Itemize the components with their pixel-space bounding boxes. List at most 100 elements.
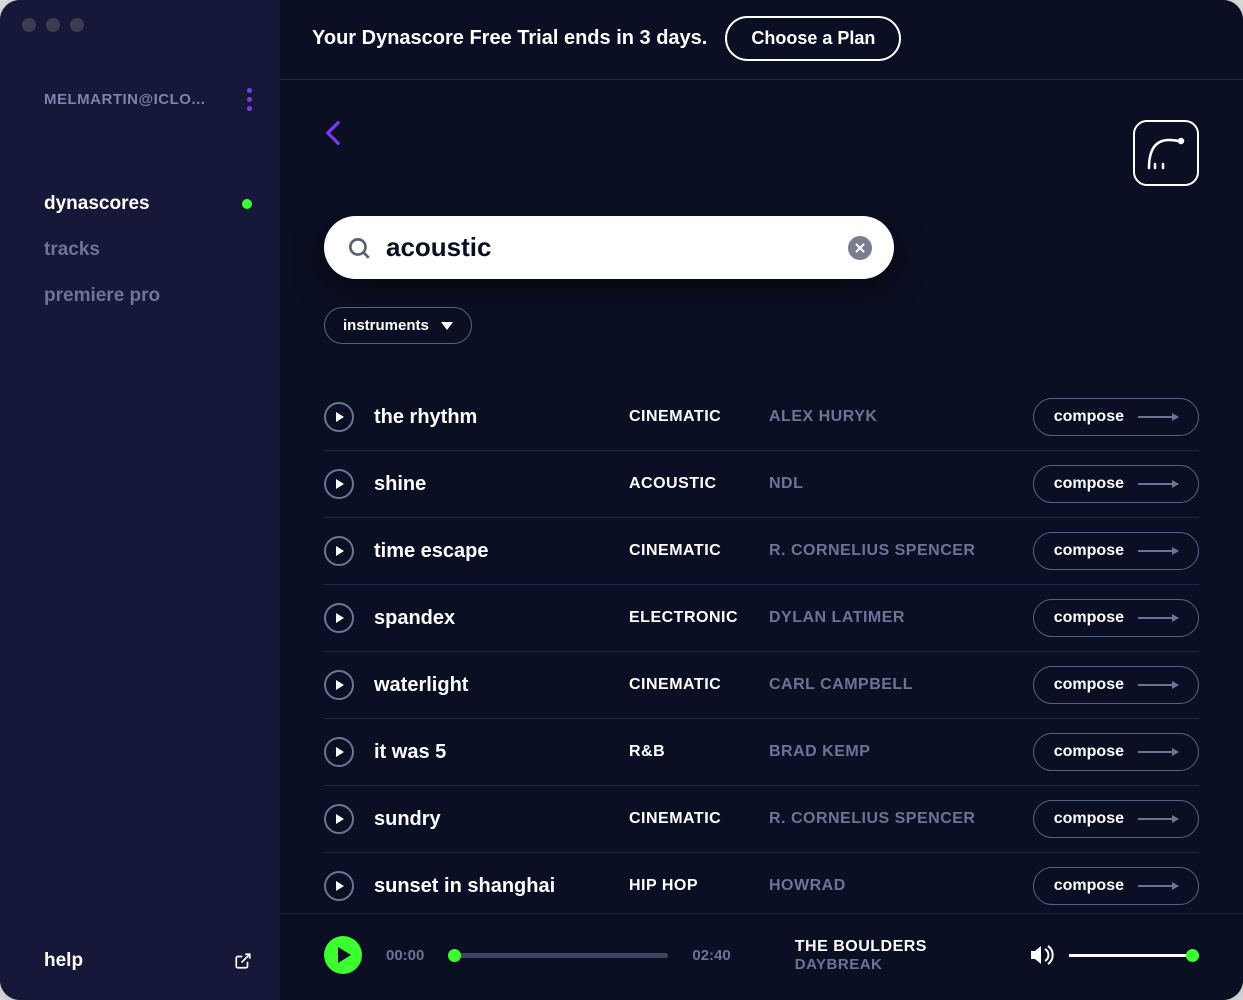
volume-icon[interactable] [1029,944,1055,966]
close-window-icon[interactable] [22,18,36,32]
track-artist: HOWRAD [769,877,1013,895]
external-link-icon [234,952,252,970]
compose-button[interactable]: compose [1033,867,1199,905]
track-play-button[interactable] [324,603,354,633]
track-row: time escapeCINEMATICR. CORNELIUS SPENCER… [324,518,1199,585]
sidebar-item-dynascores[interactable]: dynascores [0,181,280,227]
play-icon [336,747,344,757]
back-chevron-icon[interactable] [324,120,342,153]
track-play-button[interactable] [324,402,354,432]
main-content: Your Dynascore Free Trial ends in 3 days… [280,0,1243,1000]
filter-label: instruments [343,317,429,334]
compose-label: compose [1054,877,1124,895]
search-input[interactable] [386,232,834,263]
compose-button[interactable]: compose [1033,800,1199,838]
track-title: sundry [374,808,609,831]
volume-handle-icon[interactable] [1186,949,1199,962]
app-window: MELMARTIN@ICLO... dynascores tracks prem… [0,0,1243,1000]
track-artist: NDL [769,475,1013,493]
track-genre: HIP HOP [629,877,749,895]
compose-label: compose [1054,542,1124,560]
track-artist: CARL CAMPBELL [769,676,1013,694]
play-button[interactable] [324,936,362,974]
play-icon [336,680,344,690]
play-icon [336,546,344,556]
track-genre: CINEMATIC [629,542,749,560]
compose-button[interactable]: compose [1033,398,1199,436]
track-title: time escape [374,540,609,563]
window-controls [22,18,84,32]
now-playing-artist: DAYBREAK [795,956,927,973]
track-title: shine [374,473,609,496]
now-playing: THE BOULDERS DAYBREAK [795,938,927,973]
track-title: the rhythm [374,406,609,429]
trial-banner: Your Dynascore Free Trial ends in 3 days… [280,0,1243,80]
track-row: waterlightCINEMATICCARL CAMPBELLcompose [324,652,1199,719]
track-genre: ELECTRONIC [629,609,749,627]
track-title: spandex [374,607,609,630]
track-play-button[interactable] [324,670,354,700]
track-play-button[interactable] [324,536,354,566]
compose-label: compose [1054,676,1124,694]
compose-label: compose [1054,408,1124,426]
compose-button[interactable]: compose [1033,465,1199,503]
track-artist: R. CORNELIUS SPENCER [769,810,1013,828]
compose-label: compose [1054,743,1124,761]
search-field[interactable] [324,216,894,279]
maximize-window-icon[interactable] [70,18,84,32]
arrow-right-icon [1138,684,1178,686]
progress-handle-icon[interactable] [448,949,461,962]
track-play-button[interactable] [324,871,354,901]
trial-message: Your Dynascore Free Trial ends in 3 days… [312,27,707,50]
minimize-window-icon[interactable] [46,18,60,32]
track-row: sunset in shanghaiHIP HOPHOWRADcompose [324,853,1199,913]
play-icon [336,814,344,824]
compose-button[interactable]: compose [1033,599,1199,637]
compose-button[interactable]: compose [1033,532,1199,570]
kebab-menu-icon[interactable] [247,88,252,111]
help-link[interactable]: help [0,926,280,1000]
compose-button[interactable]: compose [1033,733,1199,771]
arrow-right-icon [1138,483,1178,485]
instruments-filter-button[interactable]: instruments [324,307,472,344]
track-play-button[interactable] [324,737,354,767]
compose-label: compose [1054,609,1124,627]
track-genre: R&B [629,743,749,761]
progress-slider[interactable] [448,953,668,958]
volume-control [1029,944,1199,966]
arrow-right-icon [1138,416,1178,418]
user-email: MELMARTIN@ICLO... [44,91,205,108]
sidebar-item-tracks[interactable]: tracks [0,227,280,273]
track-genre: ACOUSTIC [629,475,749,493]
compose-button[interactable]: compose [1033,666,1199,704]
track-row: the rhythmCINEMATICALEX HURYKcompose [324,384,1199,451]
compose-label: compose [1054,475,1124,493]
chevron-down-icon [441,322,453,330]
active-indicator-icon [242,199,252,209]
track-title: it was 5 [374,741,609,764]
now-playing-title: THE BOULDERS [795,938,927,956]
sidebar: MELMARTIN@ICLO... dynascores tracks prem… [0,0,280,1000]
track-row: it was 5 R&B BRAD KEMP compose [324,719,1199,786]
user-account-row: MELMARTIN@ICLO... [0,70,280,141]
track-row: sundryCINEMATICR. CORNELIUS SPENCERcompo… [324,786,1199,853]
volume-slider[interactable] [1069,954,1199,957]
compose-label: compose [1054,810,1124,828]
track-play-button[interactable] [324,469,354,499]
track-artist: DYLAN LATIMER [769,609,1013,627]
search-area: instruments [280,186,1243,344]
arrow-right-icon [1138,550,1178,552]
track-row: shine ACOUSTIC NDL compose [324,451,1199,518]
track-row: spandex ELECTRONIC DYLAN LATIMER compose [324,585,1199,652]
play-icon [336,412,344,422]
play-icon [336,479,344,489]
track-artist: BRAD KEMP [769,743,1013,761]
arrow-right-icon [1138,751,1178,753]
track-title: waterlight [374,674,609,697]
choose-plan-button[interactable]: Choose a Plan [725,16,901,61]
track-play-button[interactable] [324,804,354,834]
sidebar-item-premiere-pro[interactable]: premiere pro [0,273,280,319]
track-list: the rhythmCINEMATICALEX HURYKcomposeshin… [280,344,1243,913]
search-icon [346,235,372,261]
clear-search-icon[interactable] [848,236,872,260]
